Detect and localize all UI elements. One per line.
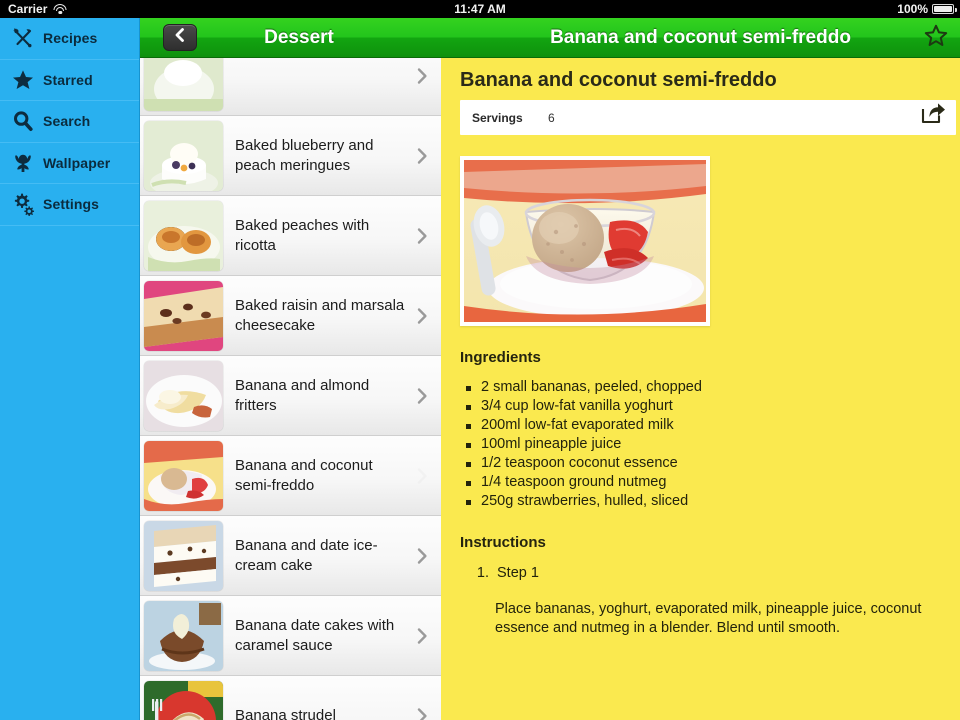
share-icon bbox=[920, 101, 946, 130]
master-list-panel: Dessert Baked blueberry and peach mering… bbox=[140, 18, 441, 720]
sidebar-item-recipes[interactable]: Recipes bbox=[0, 18, 139, 60]
instruction-step-body: Place bananas, yoghurt, evaporated milk,… bbox=[495, 601, 922, 636]
sidebar-item-label: Wallpaper bbox=[43, 154, 111, 171]
list-item-label: Baked raisin and marsala cheesecake bbox=[235, 296, 405, 334]
list-item-label: Banana date cakes with caramel sauce bbox=[235, 616, 395, 654]
chevron-right-icon bbox=[417, 627, 428, 645]
ingredient-item: 100ml pineapple juice bbox=[460, 435, 960, 454]
ingredient-item: 250g strawberries, hulled, sliced bbox=[460, 492, 960, 511]
status-bar: Carrier 11:47 AM 100% bbox=[0, 0, 960, 18]
status-bar-right: 100% bbox=[897, 2, 958, 16]
list-item[interactable] bbox=[140, 58, 441, 116]
sidebar: Recipes Starred Search Wallpaper Setting… bbox=[0, 18, 140, 720]
master-title: Dessert bbox=[264, 26, 334, 48]
sidebar-item-settings[interactable]: Settings bbox=[0, 184, 139, 226]
recipe-hero-image-frame bbox=[460, 156, 710, 326]
share-button[interactable] bbox=[916, 100, 950, 130]
list-item-label: Banana strudel bbox=[235, 706, 336, 720]
ingredients-list: 2 small bananas, peeled, chopped 3/4 cup… bbox=[460, 378, 960, 511]
instructions-heading: Instructions bbox=[460, 534, 546, 551]
sidebar-item-wallpaper[interactable]: Wallpaper bbox=[0, 143, 139, 184]
back-button[interactable] bbox=[163, 24, 197, 51]
ingredient-item: 1/2 teaspoon coconut essence bbox=[460, 454, 960, 473]
recipe-thumbnail bbox=[144, 360, 223, 431]
ingredient-item: 2 small bananas, peeled, chopped bbox=[460, 378, 960, 397]
chevron-right-icon bbox=[417, 467, 428, 485]
battery-icon bbox=[932, 4, 958, 14]
sidebar-item-starred[interactable]: Starred bbox=[0, 60, 139, 101]
list-item-label: Baked peaches with ricotta bbox=[235, 216, 370, 254]
recipe-thumbnail bbox=[144, 120, 223, 191]
star-filled-icon bbox=[8, 66, 38, 94]
detail-navigation-bar: Banana and coconut semi-freddo bbox=[441, 18, 960, 58]
gears-icon bbox=[8, 190, 38, 218]
recipe-thumbnail bbox=[144, 280, 223, 351]
list-item-label: Banana and date ice-cream cake bbox=[235, 536, 378, 574]
sidebar-item-search[interactable]: Search bbox=[0, 101, 139, 143]
chevron-right-icon bbox=[417, 387, 428, 405]
servings-field[interactable]: Servings 6 bbox=[460, 100, 956, 135]
list-item[interactable]: Banana strudel bbox=[140, 676, 441, 720]
list-item[interactable]: Banana date cakes with caramel sauce bbox=[140, 596, 441, 676]
battery-percent-label: 100% bbox=[897, 2, 928, 16]
detail-body: Banana and coconut semi-freddo Servings … bbox=[441, 58, 960, 720]
detail-panel: Banana and coconut semi-freddo Banana an… bbox=[441, 18, 960, 720]
sidebar-item-label: Starred bbox=[43, 71, 93, 88]
list-item-label: Banana and almond fritters bbox=[235, 376, 370, 414]
star-outline-icon bbox=[924, 24, 948, 52]
ipad-recipe-app: Carrier 11:47 AM 100% Recipes Starred Se… bbox=[0, 0, 960, 720]
recipe-thumbnail bbox=[144, 200, 223, 271]
chevron-left-icon bbox=[173, 27, 187, 48]
list-item[interactable]: Baked raisin and marsala cheesecake bbox=[140, 276, 441, 356]
servings-value: 6 bbox=[548, 110, 555, 125]
chevron-right-icon bbox=[417, 147, 428, 165]
clock-label: 11:47 AM bbox=[454, 2, 506, 16]
recipe-thumbnail bbox=[144, 440, 223, 511]
recipe-thumbnail bbox=[144, 520, 223, 591]
recipe-hero-image bbox=[464, 160, 706, 322]
instruction-step: Step 1 Place bananas, yoghurt, evaporate… bbox=[493, 563, 960, 638]
fork-knife-icon bbox=[8, 24, 38, 52]
chevron-right-icon bbox=[417, 547, 428, 565]
ingredient-item: 3/4 cup low-fat vanilla yoghurt bbox=[460, 397, 960, 416]
sidebar-item-label: Recipes bbox=[43, 30, 98, 47]
instructions-list: Step 1 Place bananas, yoghurt, evaporate… bbox=[493, 563, 960, 638]
list-item-selected[interactable]: Banana and coconut semi-freddo bbox=[140, 436, 441, 516]
list-item[interactable]: Baked peaches with ricotta bbox=[140, 196, 441, 276]
ingredients-heading: Ingredients bbox=[460, 349, 541, 366]
recipe-thumbnail bbox=[144, 680, 223, 720]
chevron-right-icon bbox=[417, 227, 428, 245]
list-item[interactable]: Banana and almond fritters bbox=[140, 356, 441, 436]
recipe-list: Baked blueberry and peach meringues Bake… bbox=[140, 58, 441, 720]
list-item-label: Banana and coconut semi-freddo bbox=[235, 456, 373, 494]
servings-label: Servings bbox=[472, 110, 523, 125]
master-navigation-bar: Dessert bbox=[140, 18, 441, 58]
ingredient-item: 1/4 teaspoon ground nutmeg bbox=[460, 473, 960, 492]
recipe-thumbnail bbox=[144, 58, 223, 111]
chevron-right-icon bbox=[417, 307, 428, 325]
sidebar-item-label: Settings bbox=[43, 196, 100, 213]
sidebar-item-label: Search bbox=[43, 113, 91, 130]
list-item[interactable]: Banana and date ice-cream cake bbox=[140, 516, 441, 596]
recipe-list-scroll[interactable]: Baked blueberry and peach meringues Bake… bbox=[140, 58, 441, 720]
recipe-heading: Banana and coconut semi-freddo bbox=[460, 69, 777, 91]
list-item[interactable]: Baked blueberry and peach meringues bbox=[140, 116, 441, 196]
instruction-step-title: Step 1 bbox=[497, 565, 539, 581]
ingredient-item: 200ml low-fat evaporated milk bbox=[460, 416, 960, 435]
recipe-thumbnail bbox=[144, 600, 223, 671]
list-item-label: Baked blueberry and peach meringues bbox=[235, 136, 374, 174]
chevron-right-icon bbox=[417, 67, 428, 85]
flower-icon bbox=[8, 149, 38, 177]
chevron-right-icon bbox=[417, 707, 428, 720]
detail-title: Banana and coconut semi-freddo bbox=[550, 26, 851, 48]
search-icon bbox=[8, 107, 38, 135]
favorite-star-button[interactable] bbox=[922, 24, 950, 52]
